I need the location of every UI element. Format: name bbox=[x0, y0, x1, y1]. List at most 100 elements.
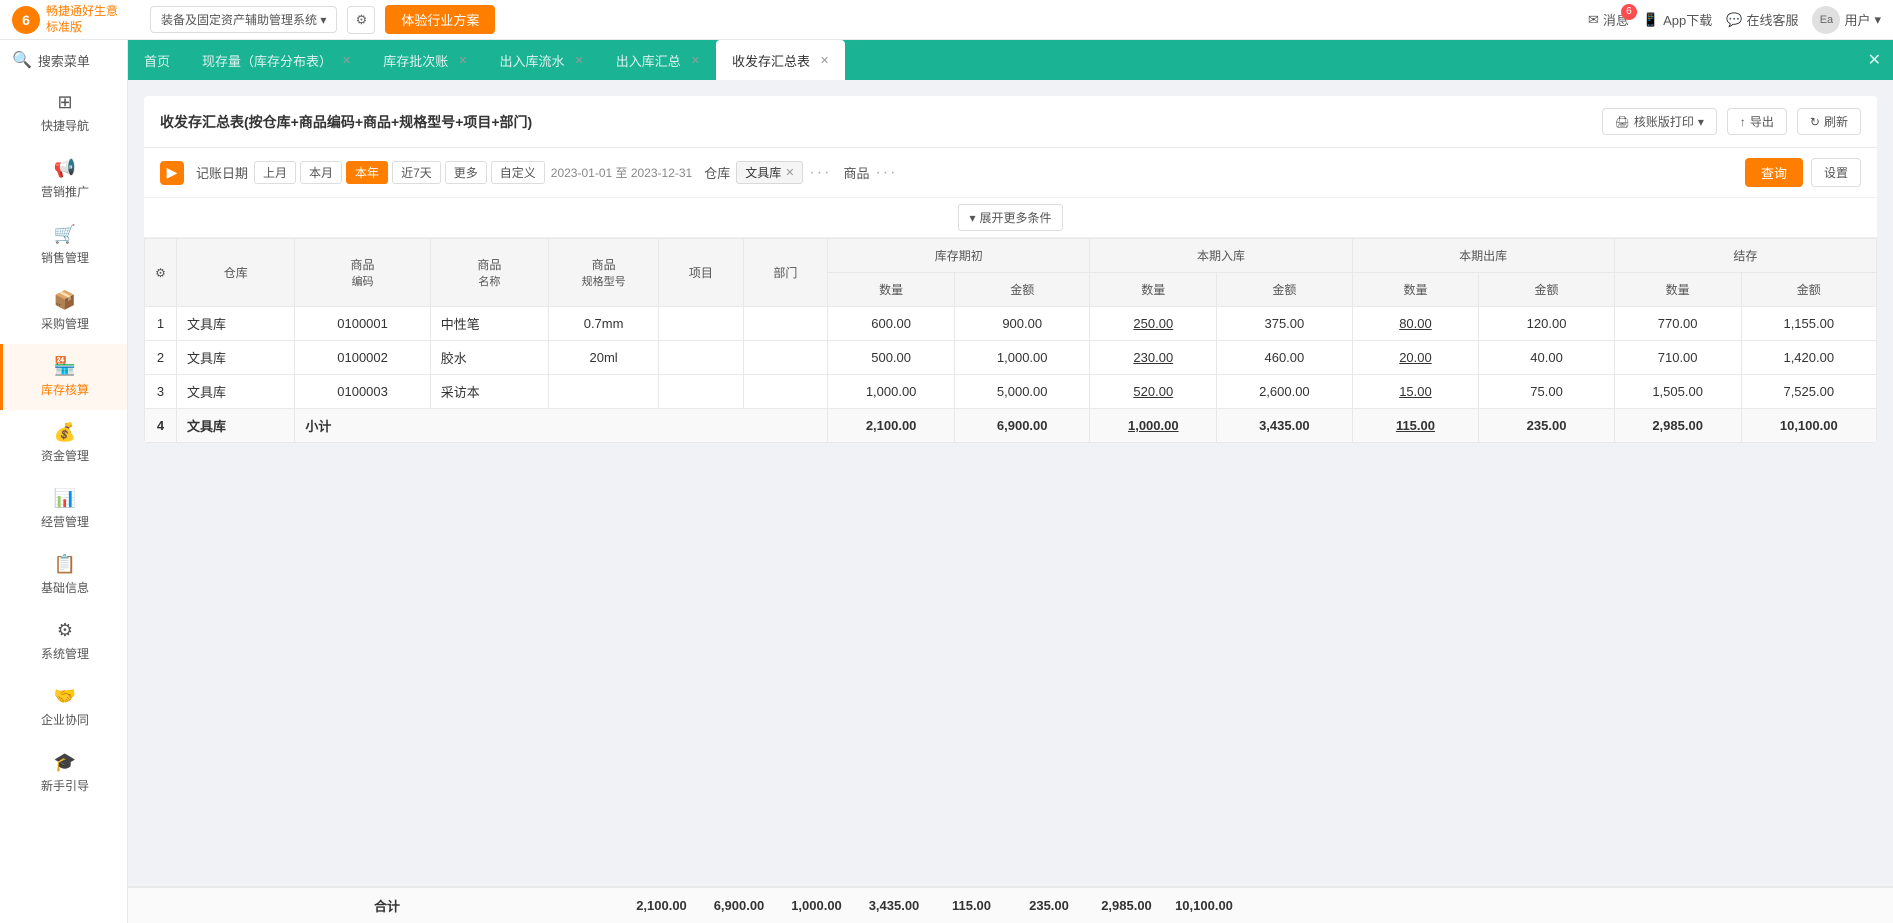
row-in-qty[interactable]: 230.00 bbox=[1090, 341, 1217, 375]
close-icon[interactable]: ✕ bbox=[342, 54, 351, 67]
table-row: 3 文具库 0100003 采访本 1,000.00 5,000.00 520.… bbox=[145, 375, 1877, 409]
footer-close-amt: 10,100.00 bbox=[1164, 898, 1244, 913]
row-no: 1 bbox=[145, 307, 177, 341]
expand-more-btn[interactable]: ▾ 展开更多条件 bbox=[958, 204, 1062, 231]
row-in-qty[interactable]: 520.00 bbox=[1090, 375, 1217, 409]
sidebar-item-guide[interactable]: 🎓 新手引导 bbox=[0, 740, 127, 806]
preset-this-month[interactable]: 本月 bbox=[300, 161, 342, 184]
goods-label: 商品 bbox=[843, 163, 869, 182]
tab-recv-send[interactable]: 收发存汇总表 ✕ bbox=[716, 40, 845, 80]
row-out-qty[interactable]: 15.00 bbox=[1352, 375, 1479, 409]
row-name: 中性笔 bbox=[430, 307, 548, 341]
system-title-btn: 装备及固定资产辅助管理系统 bbox=[161, 13, 317, 27]
row-warehouse: 文具库 bbox=[177, 341, 295, 375]
row-name: 采访本 bbox=[430, 375, 548, 409]
subtotal-in-qty-link[interactable]: 1,000.00 bbox=[1128, 418, 1179, 433]
message-icon: ✉ bbox=[1588, 12, 1599, 28]
close-icon[interactable]: ✕ bbox=[575, 54, 584, 67]
warehouse-remove-btn[interactable]: ✕ bbox=[785, 166, 794, 179]
out-qty-link[interactable]: 15.00 bbox=[1399, 384, 1432, 399]
print-btn[interactable]: 🖨 核账版打印 ▾ bbox=[1602, 108, 1717, 135]
filter-toggle-btn[interactable]: ▶ bbox=[160, 161, 184, 185]
sidebar-item-sales[interactable]: 🛒 销售管理 bbox=[0, 212, 127, 278]
message-btn[interactable]: ✉ 消息 6 bbox=[1588, 10, 1629, 29]
out-qty-link[interactable]: 80.00 bbox=[1399, 316, 1432, 331]
sidebar-item-enterprise[interactable]: 🤝 企业协同 bbox=[0, 674, 127, 740]
footer-open-qty: 2,100.00 bbox=[624, 898, 699, 913]
filter-bar2: ▾ 展开更多条件 bbox=[144, 198, 1877, 238]
sidebar-item-purchase[interactable]: 📦 采购管理 bbox=[0, 278, 127, 344]
settings-filter-btn[interactable]: 设置 bbox=[1811, 158, 1861, 187]
logo-icon: 6 bbox=[12, 6, 40, 34]
tab-summary[interactable]: 出入库汇总 ✕ bbox=[600, 40, 716, 80]
row-in-qty[interactable]: 250.00 bbox=[1090, 307, 1217, 341]
tab-flow[interactable]: 出入库流水 ✕ bbox=[483, 40, 599, 80]
tab-batch[interactable]: 库存批次账 ✕ bbox=[367, 40, 483, 80]
app-download-btn[interactable]: 📱 App下载 bbox=[1643, 10, 1712, 29]
export-label: 导出 bbox=[1750, 113, 1774, 130]
preset-more[interactable]: 更多 bbox=[445, 161, 487, 184]
subtotal-in-qty[interactable]: 1,000.00 bbox=[1090, 409, 1217, 443]
row-in-amt: 375.00 bbox=[1217, 307, 1352, 341]
expand-label: 展开更多条件 bbox=[980, 209, 1052, 226]
tab-stock-dist[interactable]: 现存量（库存分布表） ✕ bbox=[186, 40, 367, 80]
out-qty-link[interactable]: 20.00 bbox=[1399, 350, 1432, 365]
tab-home[interactable]: 首页 bbox=[128, 40, 186, 80]
page-content: 收发存汇总表(按仓库+商品编码+商品+规格型号+项目+部门) 🖨 核账版打印 ▾… bbox=[128, 80, 1893, 886]
experience-button[interactable]: 体验行业方案 bbox=[385, 5, 495, 34]
tab-close-all[interactable]: ✕ bbox=[1856, 50, 1893, 70]
sidebar-item-system[interactable]: ⚙ 系统管理 bbox=[0, 608, 127, 674]
date-filter-group: 记账日期 上月 本月 本年 近7天 更多 自定义 2023-01-01 至 20… bbox=[196, 161, 692, 184]
sidebar-item-inventory[interactable]: 🏪 库存核算 bbox=[0, 344, 127, 410]
row-warehouse: 文具库 bbox=[177, 375, 295, 409]
sidebar-item-operations[interactable]: 📊 经营管理 bbox=[0, 476, 127, 542]
warehouse-dots[interactable]: ··· bbox=[809, 164, 831, 182]
preset-7-days[interactable]: 近7天 bbox=[392, 161, 441, 184]
col-name-header: 商品名称 bbox=[430, 239, 548, 307]
system-dropdown[interactable]: 装备及固定资产辅助管理系统 ▾ bbox=[150, 6, 337, 33]
sidebar-item-quick-nav[interactable]: ⊞ 快捷导航 bbox=[0, 80, 127, 146]
close-icon[interactable]: ✕ bbox=[458, 54, 467, 67]
service-icon: 💬 bbox=[1726, 12, 1742, 28]
sidebar-item-marketing[interactable]: 📢 营销推广 bbox=[0, 146, 127, 212]
page-title: 收发存汇总表(按仓库+商品编码+商品+规格型号+项目+部门) bbox=[160, 112, 532, 132]
close-icon[interactable]: ✕ bbox=[691, 54, 700, 67]
row-out-qty[interactable]: 20.00 bbox=[1352, 341, 1479, 375]
sidebar-search[interactable]: 🔍 搜索菜单 bbox=[0, 40, 127, 80]
app-download-label: App下载 bbox=[1663, 10, 1712, 29]
in-qty-link[interactable]: 250.00 bbox=[1133, 316, 1173, 331]
preset-this-year[interactable]: 本年 bbox=[346, 161, 388, 184]
row-name: 胶水 bbox=[430, 341, 548, 375]
row-out-qty[interactable]: 80.00 bbox=[1352, 307, 1479, 341]
top-bar: 6 畅捷通好生意 标准版 装备及固定资产辅助管理系统 ▾ ⚙ 体验行业方案 ✉ … bbox=[0, 0, 1893, 40]
export-btn[interactable]: ↑ 导出 bbox=[1727, 108, 1787, 135]
user-area[interactable]: Ea 用户 ▾ bbox=[1812, 6, 1881, 34]
in-qty-link[interactable]: 230.00 bbox=[1133, 350, 1173, 365]
date-range: 2023-01-01 至 2023-12-31 bbox=[551, 164, 692, 181]
row-in-amt: 2,600.00 bbox=[1217, 375, 1352, 409]
subtotal-out-qty[interactable]: 115.00 bbox=[1352, 409, 1479, 443]
online-service-btn[interactable]: 💬 在线客服 bbox=[1726, 10, 1798, 29]
settings-icon-btn[interactable]: ⚙ bbox=[347, 6, 375, 34]
query-btn[interactable]: 查询 bbox=[1745, 158, 1803, 187]
close-icon[interactable]: ✕ bbox=[820, 54, 829, 67]
col-settings-header[interactable]: ⚙ bbox=[145, 239, 177, 307]
open-amt-header: 金额 bbox=[955, 273, 1090, 307]
sidebar-item-basic-info[interactable]: 📋 基础信息 bbox=[0, 542, 127, 608]
row-code: 0100003 bbox=[295, 375, 430, 409]
row-open-qty: 1,000.00 bbox=[828, 375, 955, 409]
col-warehouse-header: 仓库 bbox=[177, 239, 295, 307]
row-project bbox=[659, 307, 744, 341]
goods-dots[interactable]: ··· bbox=[875, 164, 897, 182]
in-qty-link[interactable]: 520.00 bbox=[1133, 384, 1173, 399]
preset-last-month[interactable]: 上月 bbox=[254, 161, 296, 184]
out-amt-header: 金额 bbox=[1479, 273, 1614, 307]
preset-custom[interactable]: 自定义 bbox=[491, 161, 545, 184]
tab-bar: 首页 现存量（库存分布表） ✕ 库存批次账 ✕ 出入库流水 ✕ 出入库汇总 ✕ … bbox=[128, 40, 1893, 80]
subtotal-out-qty-link[interactable]: 115.00 bbox=[1396, 418, 1435, 433]
chevron-down-icon: ▾ bbox=[320, 13, 326, 27]
sidebar-item-finance[interactable]: 💰 资金管理 bbox=[0, 410, 127, 476]
refresh-btn[interactable]: ↻ 刷新 bbox=[1797, 108, 1861, 135]
tab-label: 首页 bbox=[144, 51, 170, 70]
in-amt-header: 金额 bbox=[1217, 273, 1352, 307]
